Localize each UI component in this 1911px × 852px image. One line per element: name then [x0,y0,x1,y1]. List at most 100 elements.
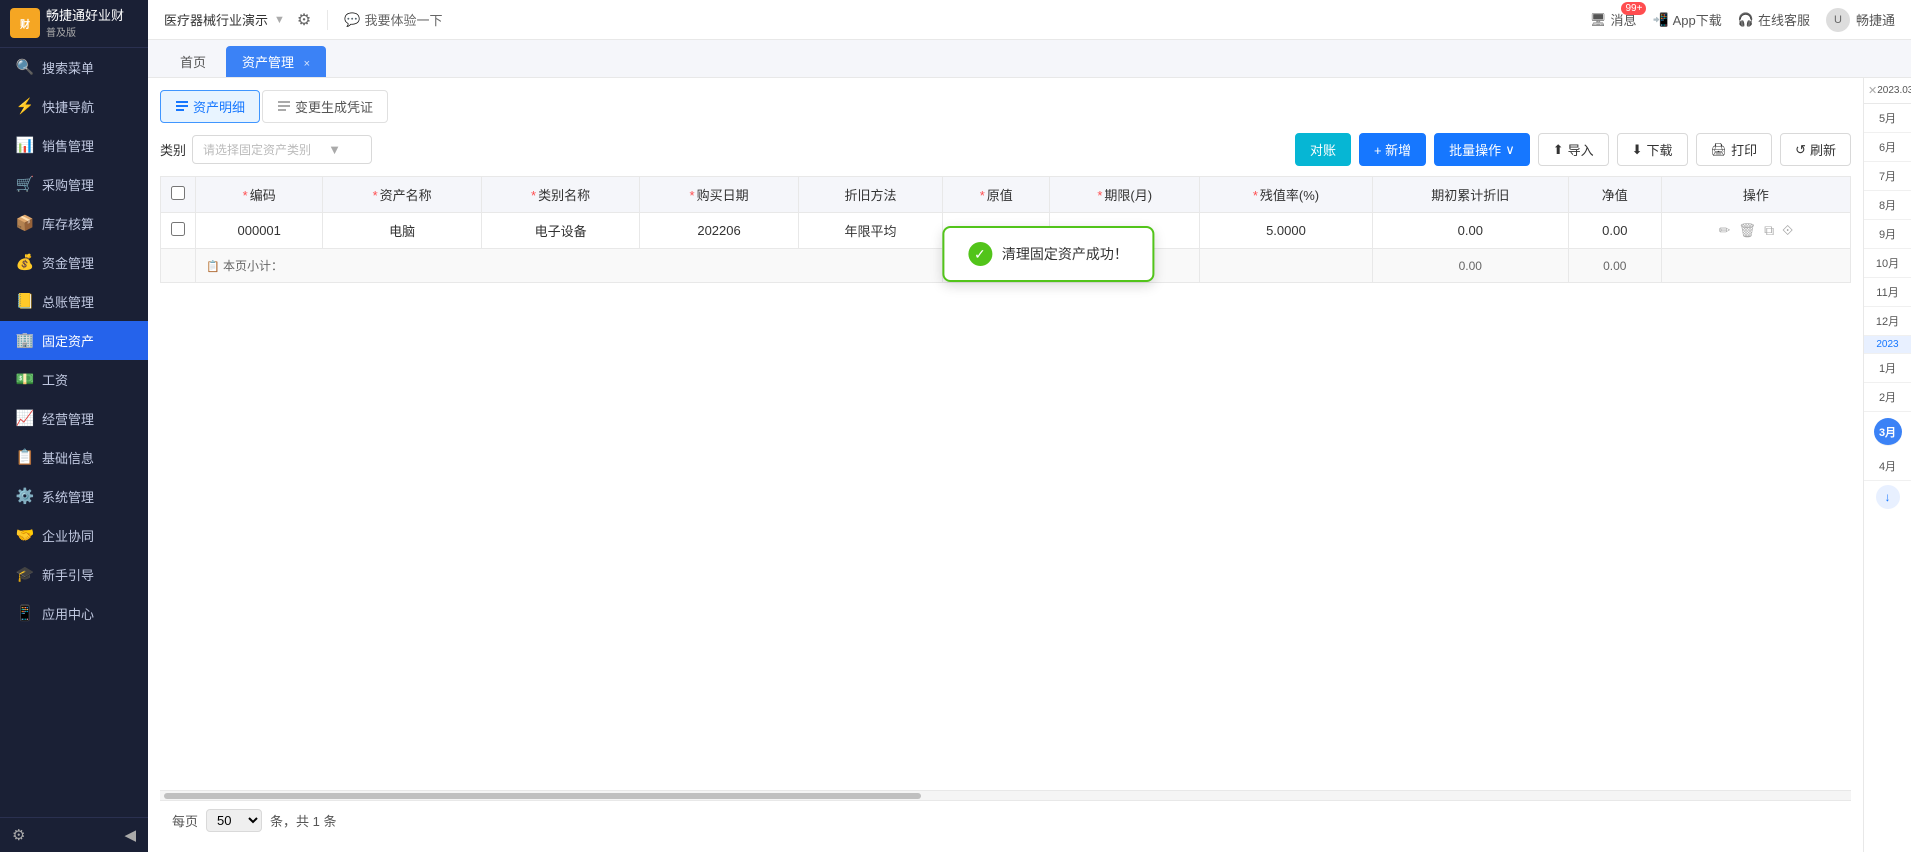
calendar-month-11[interactable]: 11月 [1864,278,1911,307]
tab-home-label: 首页 [180,55,206,70]
app-download-btn[interactable]: 📲 App下载 [1652,10,1721,29]
sidebar-item-fixedassets[interactable]: 🏢 固定资产 [0,321,148,360]
sidebar-item-search[interactable]: 🔍 搜索菜单 [0,48,148,87]
user-menu[interactable]: U 畅捷通 [1826,8,1895,32]
avatar: U [1826,8,1850,32]
category-placeholder: 请选择固定资产类别 [203,141,311,158]
sidebar: 财 畅捷通好业财 普及版 🔍 搜索菜单 ⚡ 快捷导航 📊 销售管理 🛒 采购管理… [0,0,148,852]
list-detail-icon [175,100,189,114]
calendar-down-icon[interactable]: ↓ [1876,485,1900,509]
sidebar-item-label: 固定资产 [42,331,94,350]
phone-download-icon: 📲 [1652,12,1668,28]
collapse-icon[interactable]: ◀ [124,826,136,844]
sidebar-item-purchase[interactable]: 🛒 采购管理 [0,165,148,204]
topbar-settings-icon[interactable]: ⚙ [297,10,311,30]
tab-home[interactable]: 首页 [164,46,222,77]
export-button[interactable]: ⬆ 导入 [1538,133,1609,166]
sidebar-item-newguide[interactable]: 🎓 新手引导 [0,555,148,594]
table-header-checkbox [161,177,196,213]
table-header-residual-rate: *残值率(%) [1200,177,1373,213]
content-main: 资产明细 变更生成凭证 类别 请选择固定资产类别 ▼ [148,78,1863,852]
toast-message: 清理固定资产成功！ [1002,244,1128,264]
message-btn[interactable]: 🖥 消息 99+ [1590,10,1637,29]
row-category: 电子设备 [481,213,639,249]
calendar-month-12[interactable]: 12月 [1864,307,1911,336]
panel-close-left[interactable]: ✕ [1868,84,1877,97]
sidebar-item-enterprise[interactable]: 🤝 企业协同 [0,516,148,555]
calendar-month-9[interactable]: 9月 [1864,220,1911,249]
select-all-checkbox[interactable] [171,186,185,200]
sidebar-item-operations[interactable]: 📈 经营管理 [0,399,148,438]
tab-asset-management[interactable]: 资产管理 × [226,46,326,77]
print-button[interactable]: 🖨 打印 [1696,133,1773,166]
sub-tab-change-voucher[interactable]: 变更生成凭证 [262,90,388,123]
table-header-purchase-date: *购买日期 [640,177,798,213]
sidebar-item-inventory[interactable]: 📦 库存核算 [0,204,148,243]
calendar-month-5[interactable]: 5月 [1864,104,1911,133]
table-header-net-value: 净值 [1568,177,1661,213]
summary-net-value: 0.00 [1568,249,1661,283]
reconcile-button[interactable]: 对账 [1295,133,1351,166]
topbar: 医疗器械行业演示 ▼ ⚙ 💬 我要体验一下 🖥 消息 99+ 📲 App下载 🎧… [148,0,1911,40]
copy-icon[interactable]: ⧉ [1764,222,1774,239]
calendar-month-6[interactable]: 6月 [1864,133,1911,162]
download-icon: ⬇ [1632,142,1643,158]
category-label: 类别 [160,140,186,159]
row-name: 电脑 [323,213,481,249]
edit-icon[interactable]: ✏ [1719,222,1731,239]
calendar-month-10[interactable]: 10月 [1864,249,1911,278]
delete-icon[interactable]: 🗑 [1738,222,1756,239]
service-btn[interactable]: 🎧 在线客服 [1738,10,1810,29]
company-name: 医疗器械行业演示 [164,10,268,29]
sidebar-item-appcenter[interactable]: 📱 应用中心 [0,594,148,633]
sidebar-item-quicknav[interactable]: ⚡ 快捷导航 [0,87,148,126]
tab-asset-label: 资产管理 [242,55,294,70]
summary-initial-accum-depr: 0.00 [1372,249,1568,283]
sidebar-item-payroll[interactable]: 💵 工资 [0,360,148,399]
batch-button[interactable]: 批量操作 ∨ [1434,133,1530,166]
row-code: 000001 [196,213,323,249]
settings-bottom-icon[interactable]: ⚙ [12,826,25,844]
sidebar-item-label: 系统管理 [42,487,94,506]
chart-icon: 📊 [16,136,34,154]
topbar-right: 🖥 消息 99+ 📲 App下载 🎧 在线客服 U 畅捷通 [1590,8,1895,32]
download-label: 下载 [1647,140,1673,159]
sidebar-item-label: 基础信息 [42,448,94,467]
sub-tabs: 资产明细 变更生成凭证 [160,90,1851,123]
per-page-select[interactable]: 50 100 200 [206,809,262,832]
new-button[interactable]: + 新增 [1359,133,1426,166]
refresh-label: 刷新 [1810,140,1836,159]
sub-tab-asset-detail[interactable]: 资产明细 [160,90,260,123]
sub-tab-change-voucher-label: 变更生成凭证 [295,97,373,116]
calendar-month-4[interactable]: 4月 [1864,452,1911,481]
sidebar-item-label: 库存核算 [42,214,94,233]
row-checkbox[interactable] [171,222,185,236]
calendar-month-8[interactable]: 8月 [1864,191,1911,220]
money-icon: 💰 [16,253,34,271]
horizontal-scrollbar[interactable] [160,790,1851,800]
table-header-term: *期限(月) [1050,177,1200,213]
category-select-box[interactable]: 请选择固定资产类别 ▼ [192,135,372,164]
calendar-month-3-current[interactable]: 3月 [1874,418,1902,446]
more-icon[interactable]: ⟐ [1782,222,1793,239]
company-selector[interactable]: 医疗器械行业演示 ▼ [164,10,285,29]
download-button[interactable]: ⬇ 下载 [1617,133,1688,166]
sidebar-item-sysconfig[interactable]: ⚙️ 系统管理 [0,477,148,516]
sidebar-item-sales[interactable]: 📊 销售管理 [0,126,148,165]
calendar-month-2[interactable]: 2月 [1864,383,1911,412]
summary-label: 本页小计： [223,259,283,273]
refresh-button[interactable]: ↺ 刷新 [1780,133,1851,166]
experience-btn[interactable]: 💬 我要体验一下 [344,10,442,29]
summary-icon: 📋 [206,261,220,273]
sidebar-item-basicinfo[interactable]: 📋 基础信息 [0,438,148,477]
calendar-month-7[interactable]: 7月 [1864,162,1911,191]
sidebar-item-ledger[interactable]: 📒 总账管理 [0,282,148,321]
scrollbar-thumb[interactable] [164,793,921,799]
calendar-month-1[interactable]: 1月 [1864,354,1911,383]
refresh-icon: ↺ [1795,142,1806,158]
tab-close-icon[interactable]: × [304,58,310,70]
sidebar-item-finance[interactable]: 💰 资金管理 [0,243,148,282]
table-header-category: *类别名称 [481,177,639,213]
print-icon: 🖨 [1711,142,1728,158]
phone-icon: 📱 [16,604,34,622]
